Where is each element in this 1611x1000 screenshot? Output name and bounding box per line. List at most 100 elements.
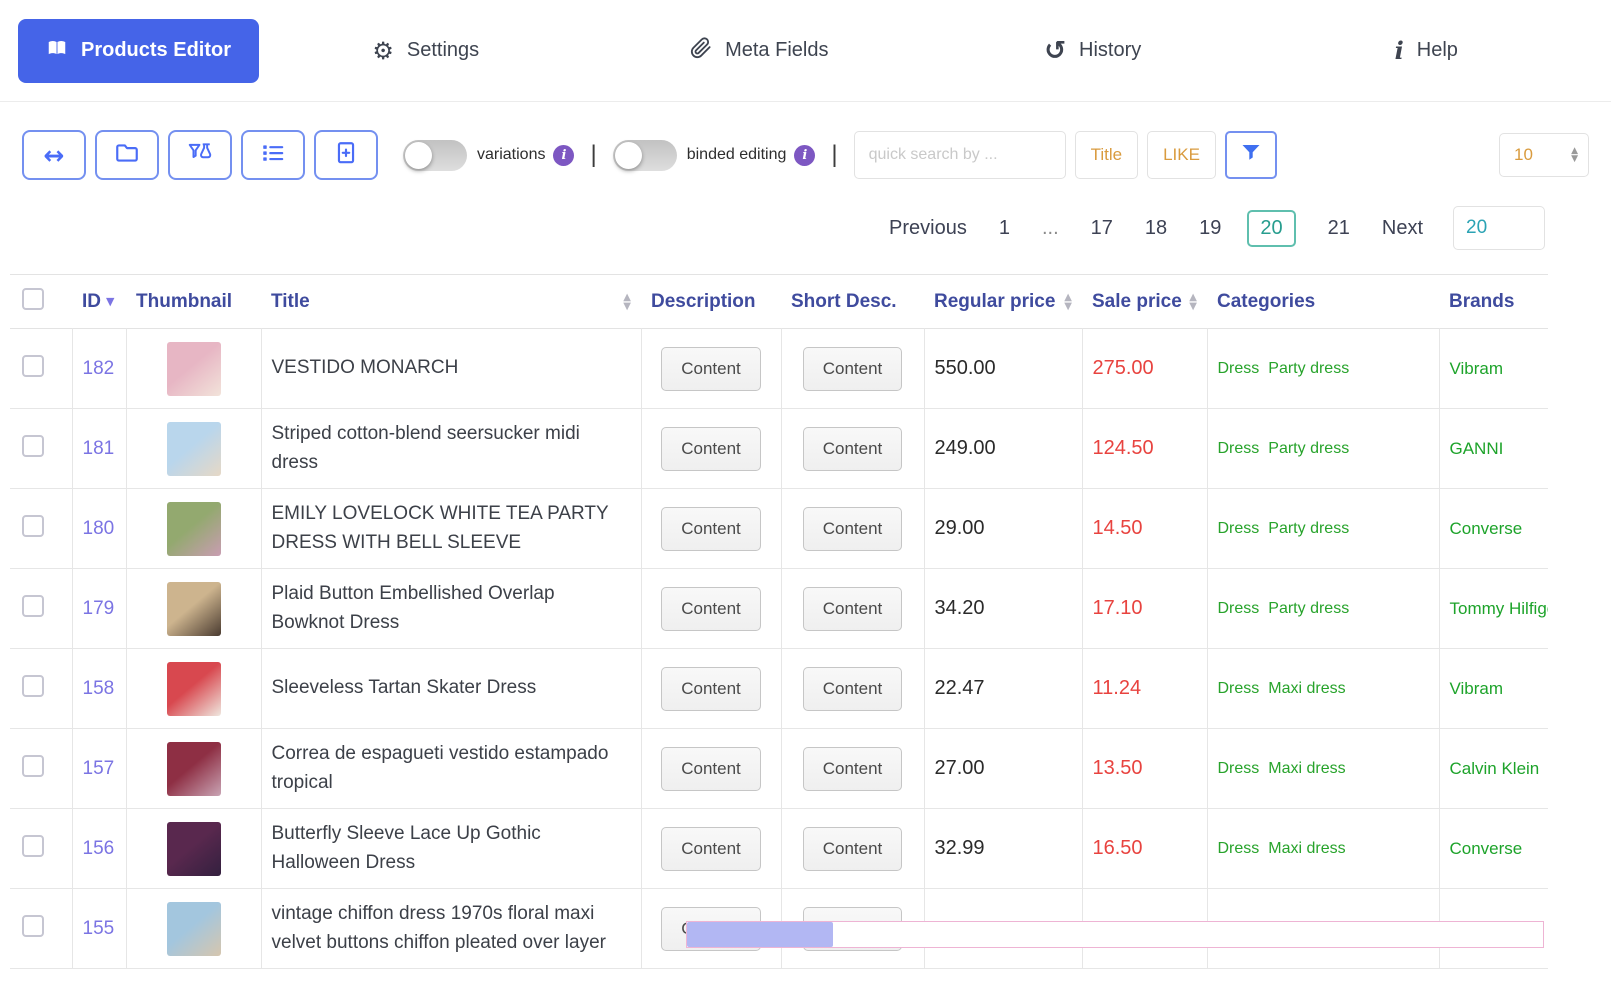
variations-info-badge[interactable]: i xyxy=(553,144,575,166)
page-number[interactable]: 17 xyxy=(1091,217,1113,240)
product-title[interactable]: EMILY LOVELOCK WHITE TEA PARTY DRESS WIT… xyxy=(272,503,609,553)
tab-meta-fields[interactable]: Meta Fields xyxy=(593,36,927,65)
filter-presets-button[interactable] xyxy=(168,130,232,180)
category-link[interactable]: Maxi dress xyxy=(1268,760,1345,778)
regular-price-value[interactable]: 22.47 xyxy=(935,677,985,699)
product-id[interactable]: 155 xyxy=(83,918,115,939)
regular-price-value[interactable]: 34.20 xyxy=(935,597,985,619)
sort-icon[interactable]: ▲ ▼ xyxy=(623,292,631,311)
horizontal-scrollbar-thumb[interactable] xyxy=(687,922,833,947)
sale-price-value[interactable]: 124.50 xyxy=(1093,437,1154,459)
row-checkbox[interactable] xyxy=(22,915,44,937)
page-number[interactable]: 18 xyxy=(1145,217,1167,240)
row-checkbox[interactable] xyxy=(22,435,44,457)
short-desc-content-button[interactable]: Content xyxy=(802,586,903,631)
category-link[interactable]: Dress xyxy=(1218,600,1260,618)
product-thumbnail[interactable] xyxy=(166,901,221,956)
binded-editing-info-badge[interactable]: i xyxy=(794,144,816,166)
category-link[interactable]: Dress xyxy=(1218,840,1260,858)
product-id[interactable]: 179 xyxy=(83,598,115,619)
product-id[interactable]: 182 xyxy=(83,358,115,379)
regular-price-value[interactable]: 27.00 xyxy=(935,757,985,779)
sale-price-value[interactable]: 14.50 xyxy=(1093,517,1143,539)
page-number-current[interactable]: 20 xyxy=(1247,209,1296,247)
category-link[interactable]: Party dress xyxy=(1268,440,1349,458)
sale-price-value[interactable]: 275.00 xyxy=(1093,357,1154,379)
category-link[interactable]: Dress xyxy=(1218,680,1260,698)
category-link[interactable]: Dress xyxy=(1218,520,1260,538)
product-thumbnail[interactable] xyxy=(166,741,221,796)
product-id[interactable]: 157 xyxy=(83,758,115,779)
product-title[interactable]: Butterfly Sleeve Lace Up Gothic Hallowee… xyxy=(272,823,541,873)
row-checkbox[interactable] xyxy=(22,675,44,697)
product-thumbnail[interactable] xyxy=(166,501,221,556)
description-content-button[interactable]: Content xyxy=(661,346,761,391)
short-desc-content-button[interactable]: Content xyxy=(802,426,903,471)
tab-settings[interactable]: ⚙ Settings xyxy=(259,37,593,65)
category-link[interactable]: Dress xyxy=(1218,760,1260,778)
sort-desc-icon[interactable]: ▼ xyxy=(106,295,114,308)
product-id[interactable]: 180 xyxy=(83,518,115,539)
category-link[interactable]: Party dress xyxy=(1268,360,1349,378)
product-title[interactable]: vintage chiffon dress 1970s floral maxi … xyxy=(272,903,606,953)
product-title[interactable]: Striped cotton-blend seersucker midi dre… xyxy=(272,423,580,473)
category-link[interactable]: Party dress xyxy=(1268,600,1349,618)
row-checkbox[interactable] xyxy=(22,515,44,537)
category-link[interactable]: Party dress xyxy=(1268,520,1349,538)
brand-link[interactable]: GANNI xyxy=(1450,439,1504,458)
description-content-button[interactable]: Content xyxy=(661,666,761,711)
variations-toggle[interactable] xyxy=(403,139,467,171)
regular-price-value[interactable]: 29.00 xyxy=(935,517,985,539)
product-title[interactable]: Correa de espagueti vestido estampado tr… xyxy=(272,743,609,793)
page-size-select[interactable]: 10 ▲ ▼ xyxy=(1499,133,1589,177)
brand-link[interactable]: Converse xyxy=(1450,519,1523,538)
search-operator-select[interactable]: LIKE xyxy=(1147,131,1216,179)
category-link[interactable]: Dress xyxy=(1218,440,1260,458)
short-desc-content-button[interactable]: Content xyxy=(802,506,903,551)
product-id[interactable]: 158 xyxy=(83,678,115,699)
product-thumbnail[interactable] xyxy=(166,581,221,636)
sort-icon[interactable]: ▲ ▼ xyxy=(1189,292,1197,311)
tab-products-editor[interactable]: Products Editor xyxy=(18,18,260,83)
add-product-button[interactable] xyxy=(314,130,378,180)
category-link[interactable]: Dress xyxy=(1218,360,1260,378)
short-desc-content-button[interactable]: Content xyxy=(802,746,903,791)
sale-price-value[interactable]: 13.50 xyxy=(1093,757,1143,779)
page-number[interactable]: 21 xyxy=(1328,217,1350,240)
row-checkbox[interactable] xyxy=(22,755,44,777)
short-desc-content-button[interactable]: Content xyxy=(802,826,903,871)
row-checkbox[interactable] xyxy=(22,835,44,857)
select-all-checkbox[interactable] xyxy=(22,287,44,310)
product-title[interactable]: Sleeveless Tartan Skater Dress xyxy=(272,677,537,698)
description-content-button[interactable]: Content xyxy=(661,746,761,791)
sale-price-value[interactable]: 16.50 xyxy=(1093,837,1143,859)
product-id[interactable]: 156 xyxy=(83,838,115,859)
search-field-select[interactable]: Title xyxy=(1074,131,1139,179)
regular-price-value[interactable]: 249.00 xyxy=(935,437,996,459)
quick-search-input[interactable] xyxy=(853,131,1066,179)
brand-link[interactable]: Tommy Hilfiger xyxy=(1450,599,1549,618)
short-desc-content-button[interactable]: Content xyxy=(802,666,903,711)
description-content-button[interactable]: Content xyxy=(661,826,761,871)
product-title[interactable]: Plaid Button Embellished Overlap Bowknot… xyxy=(272,583,555,633)
product-thumbnail[interactable] xyxy=(166,421,221,476)
category-link[interactable]: Maxi dress xyxy=(1268,840,1345,858)
product-thumbnail[interactable] xyxy=(166,821,221,876)
category-link[interactable]: Maxi dress xyxy=(1268,680,1345,698)
regular-price-value[interactable]: 32.99 xyxy=(935,837,985,859)
description-content-button[interactable]: Content xyxy=(661,586,761,631)
description-content-button[interactable]: Content xyxy=(661,426,761,471)
description-content-button[interactable]: Content xyxy=(661,506,761,551)
row-checkbox[interactable] xyxy=(22,355,44,377)
product-thumbnail[interactable] xyxy=(166,341,221,396)
row-checkbox[interactable] xyxy=(22,595,44,617)
sort-icon[interactable]: ▲ ▼ xyxy=(1064,292,1072,311)
page-number[interactable]: 1 xyxy=(999,217,1010,240)
page-number-input[interactable] xyxy=(1453,206,1545,250)
columns-list-button[interactable] xyxy=(241,130,305,180)
product-title[interactable]: VESTIDO MONARCH xyxy=(272,357,459,378)
product-id[interactable]: 181 xyxy=(83,438,115,459)
resize-columns-button[interactable]: ↔ xyxy=(22,130,86,180)
page-number[interactable]: 19 xyxy=(1199,217,1221,240)
brand-link[interactable]: Converse xyxy=(1450,839,1523,858)
